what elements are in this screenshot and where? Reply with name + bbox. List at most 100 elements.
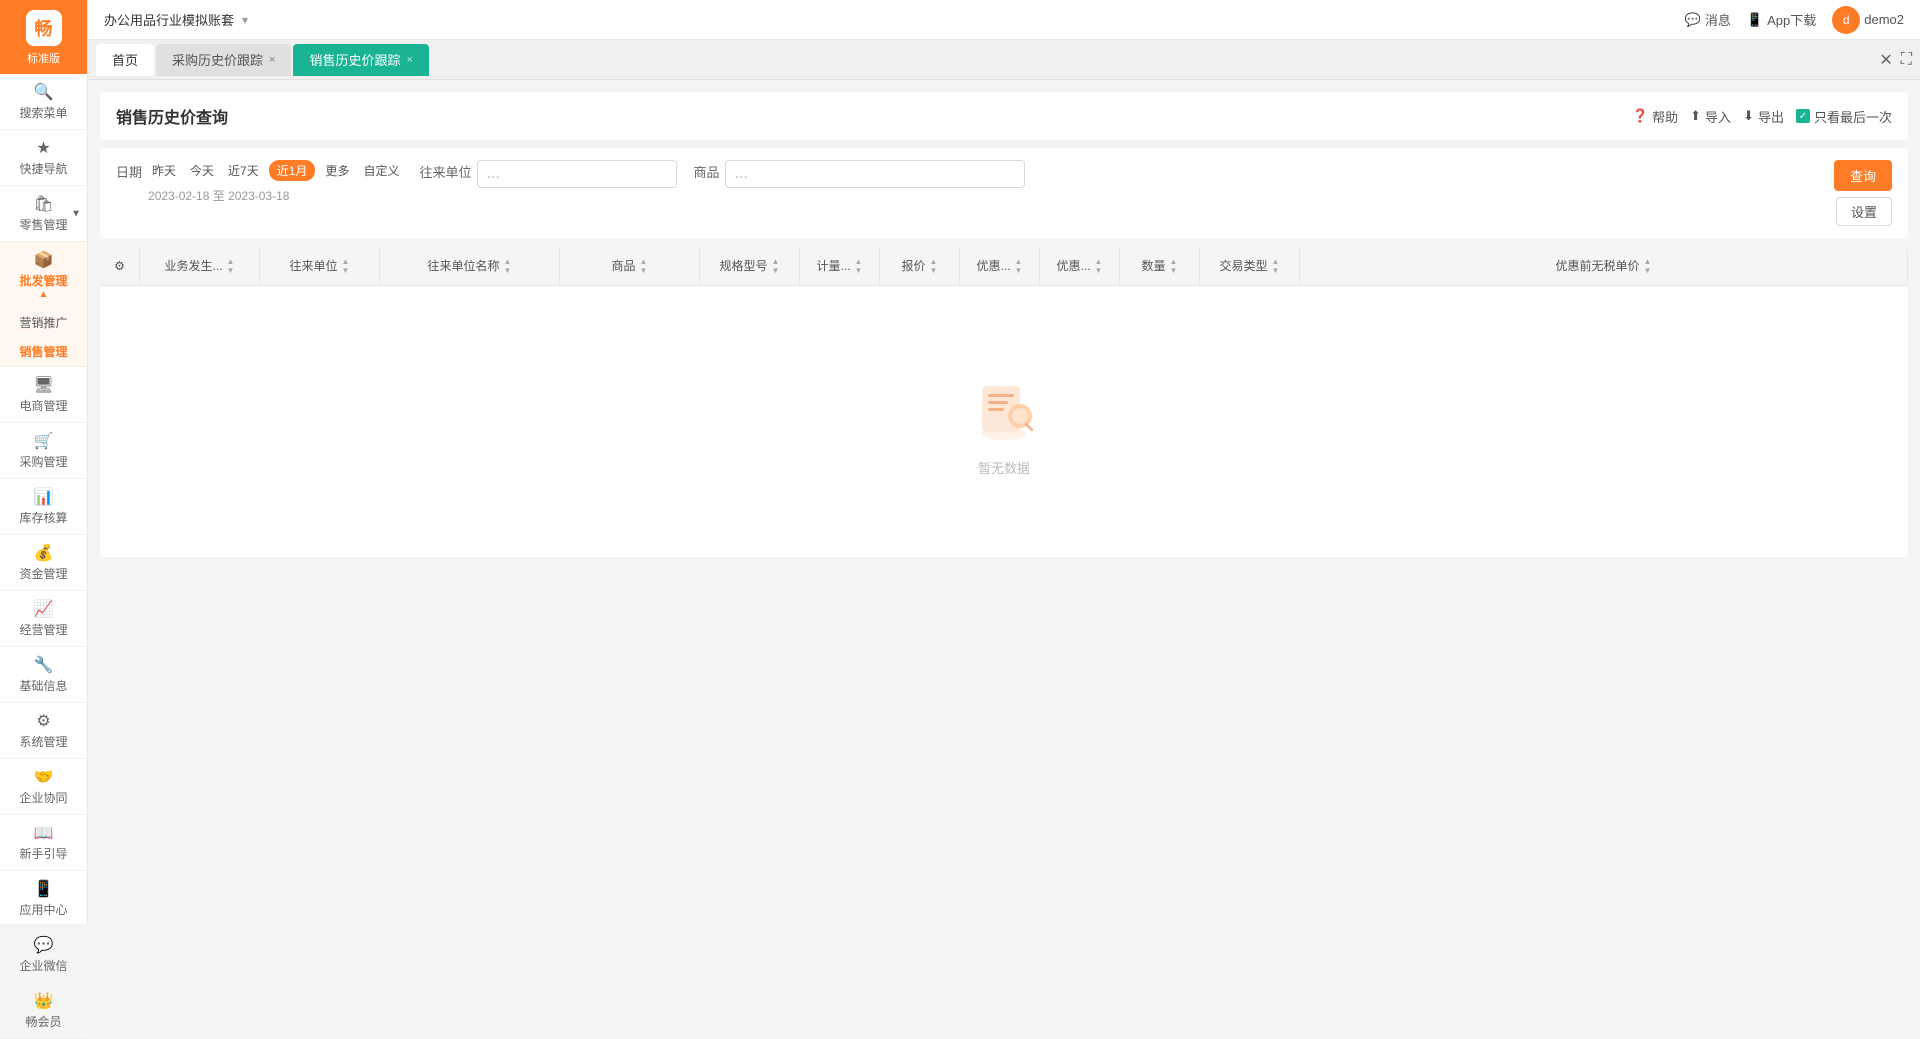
export-icon: ⬇	[1743, 108, 1754, 124]
sidebar-item-retail[interactable]: 🛍 零售管理 ▼	[0, 186, 87, 242]
tab-home[interactable]: 首页	[96, 44, 154, 76]
sidebar-item-guide[interactable]: 📖 新手引导	[0, 815, 87, 871]
export-button[interactable]: ⬇ 导出	[1743, 107, 1784, 126]
app-download-button[interactable]: 📱 App下载	[1747, 10, 1816, 29]
date-opt-last7days[interactable]: 近7天	[224, 160, 263, 181]
import-icon: ⬆	[1690, 108, 1701, 124]
company-dropdown-button[interactable]: ▾	[242, 13, 248, 27]
chevron-down-icon: ▼	[71, 208, 81, 219]
sort-partner-icon: ▲▼	[342, 257, 350, 275]
th-spec[interactable]: 规格型号 ▲▼	[700, 246, 800, 285]
cooperation-icon: 🤝	[34, 767, 54, 787]
sidebar-sub-sales[interactable]: 销售管理	[0, 337, 87, 366]
sidebar-item-inventory[interactable]: 📊 库存核算	[0, 479, 87, 535]
help-icon: ❓	[1632, 108, 1648, 124]
user-label: demo2	[1864, 12, 1904, 27]
date-opt-yesterday[interactable]: 昨天	[148, 160, 180, 181]
th-disc2[interactable]: 优惠... ▲▼	[1040, 246, 1120, 285]
th-trade-type-label: 交易类型	[1220, 257, 1268, 274]
close-all-tabs-button[interactable]: ✕	[1879, 50, 1892, 70]
sidebar-item-wholesale[interactable]: 📦 批发管理 ▲	[0, 242, 87, 308]
tab-sales-history[interactable]: 销售历史价跟踪 ×	[293, 44, 428, 76]
sidebar-item-quick-nav[interactable]: ★ 快捷导航	[0, 130, 87, 186]
sidebar-item-cooperation[interactable]: 🤝 企业协同	[0, 759, 87, 815]
sidebar-group-wholesale: 📦 批发管理 ▲ 营销推广 销售管理	[0, 242, 87, 367]
sidebar-item-basics[interactable]: 🔧 基础信息	[0, 647, 87, 703]
th-product-label: 商品	[612, 257, 636, 274]
only-last-label: 只看最后一次	[1814, 107, 1892, 126]
sort-partner-name-icon: ▲▼	[504, 257, 512, 275]
sidebar-item-system[interactable]: ⚙ 系统管理	[0, 703, 87, 759]
tab-home-label: 首页	[112, 50, 138, 69]
th-settings[interactable]: ⚙	[100, 246, 140, 285]
message-button[interactable]: 💬 消息	[1685, 10, 1731, 29]
ecommerce-icon: 🖥	[33, 375, 53, 395]
empty-state-label: 暂无数据	[978, 458, 1030, 477]
query-button[interactable]: 查询	[1834, 160, 1892, 191]
sidebar-logo-text: 标准版	[27, 50, 60, 66]
partner-input-dots: ...	[486, 165, 499, 183]
sidebar-search-label: 搜索菜单	[19, 104, 67, 121]
th-qty-label: 数量	[1142, 257, 1166, 274]
close-tab-sales-icon[interactable]: ×	[406, 54, 412, 66]
user-profile-button[interactable]: d demo2	[1832, 6, 1904, 34]
message-icon: 💬	[1685, 12, 1701, 28]
product-label: 商品	[693, 160, 719, 181]
date-label: 日期	[116, 160, 142, 181]
date-filter-group: 昨天 今天 近7天 近1月 更多 自定义 2023-02-18 至 2023-0…	[148, 160, 403, 204]
th-partner-name[interactable]: 往来单位名称 ▲▼	[380, 246, 560, 285]
close-tab-purchase-icon[interactable]: ×	[269, 54, 275, 66]
th-product[interactable]: 商品 ▲▼	[560, 246, 700, 285]
th-partner[interactable]: 往来单位 ▲▼	[260, 246, 380, 285]
th-date[interactable]: 业务发生... ▲▼	[140, 246, 260, 285]
avatar: d	[1832, 6, 1860, 34]
content-area: 销售历史价查询 ❓ 帮助 ⬆ 导入 ⬇ 导出 ✓ 只看最后一次	[88, 80, 1920, 924]
sort-unit-icon: ▲▼	[855, 257, 863, 275]
operations-icon: 📈	[34, 599, 54, 619]
sidebar-sub-marketing[interactable]: 营销推广	[0, 308, 87, 337]
date-opt-more[interactable]: 更多	[321, 160, 353, 181]
chevron-up-icon: ▲	[39, 289, 49, 300]
th-notax-price[interactable]: 优惠前无税单价 ▲▼	[1300, 246, 1908, 285]
sidebar-item-operations[interactable]: 📈 经营管理	[0, 591, 87, 647]
vip-icon: 👑	[34, 991, 54, 1011]
only-last-checkbox[interactable]: ✓ 只看最后一次	[1796, 107, 1892, 126]
sidebar-item-finance[interactable]: 💰 资金管理	[0, 535, 87, 591]
empty-state: 暂无数据	[100, 286, 1908, 557]
partner-label: 往来单位	[419, 160, 471, 181]
sidebar-item-ecommerce[interactable]: 🖥 电商管理	[0, 367, 87, 423]
sidebar-logo: 畅 标准版	[0, 0, 87, 74]
download-icon: 📱	[1747, 12, 1763, 28]
th-unit[interactable]: 计量... ▲▼	[800, 246, 880, 285]
date-opt-today[interactable]: 今天	[186, 160, 218, 181]
sort-date-icon: ▲▼	[227, 257, 235, 275]
th-trade-type[interactable]: 交易类型 ▲▼	[1200, 246, 1300, 285]
sort-price-icon: ▲▼	[930, 257, 938, 275]
import-button[interactable]: ⬆ 导入	[1690, 107, 1731, 126]
help-button[interactable]: ❓ 帮助	[1632, 107, 1678, 126]
filter-row: 日期 昨天 今天 近7天 近1月 更多 自定义 2023-02-18 至 202…	[116, 160, 1892, 226]
maximize-button[interactable]: ⛶	[1901, 51, 1912, 69]
page-header: 销售历史价查询 ❓ 帮助 ⬆ 导入 ⬇ 导出 ✓ 只看最后一次	[100, 92, 1908, 140]
app-center-icon: 📱	[34, 879, 54, 899]
date-opt-custom[interactable]: 自定义	[359, 160, 403, 181]
partner-input[interactable]: ...	[477, 160, 677, 188]
filter-bar: 日期 昨天 今天 近7天 近1月 更多 自定义 2023-02-18 至 202…	[100, 148, 1908, 238]
sidebar-search[interactable]: 🔍 搜索菜单	[0, 74, 87, 130]
product-input[interactable]: ...	[725, 160, 1025, 188]
sidebar: 畅 标准版 🔍 搜索菜单 ★ 快捷导航 🛍 零售管理 ▼ 📦 批发管理 ▲ 营销…	[0, 0, 88, 924]
th-qty[interactable]: 数量 ▲▼	[1120, 246, 1200, 285]
sidebar-item-app-center[interactable]: 📱 应用中心	[0, 871, 87, 927]
date-opt-last1month[interactable]: 近1月	[269, 160, 316, 181]
sidebar-item-vip[interactable]: 👑 畅会员	[0, 983, 87, 1039]
th-spec-label: 规格型号	[720, 257, 768, 274]
th-price[interactable]: 报价 ▲▼	[880, 246, 960, 285]
th-disc1[interactable]: 优惠... ▲▼	[960, 246, 1040, 285]
sort-product-icon: ▲▼	[640, 257, 648, 275]
sidebar-item-wechat[interactable]: 💬 企业微信	[0, 927, 87, 983]
system-icon: ⚙	[36, 711, 50, 731]
settings-button[interactable]: 设置	[1836, 197, 1892, 226]
sidebar-item-purchase[interactable]: 🛒 采购管理	[0, 423, 87, 479]
th-disc1-label: 优惠...	[977, 257, 1011, 274]
tab-purchase-history[interactable]: 采购历史价跟踪 ×	[156, 44, 291, 76]
